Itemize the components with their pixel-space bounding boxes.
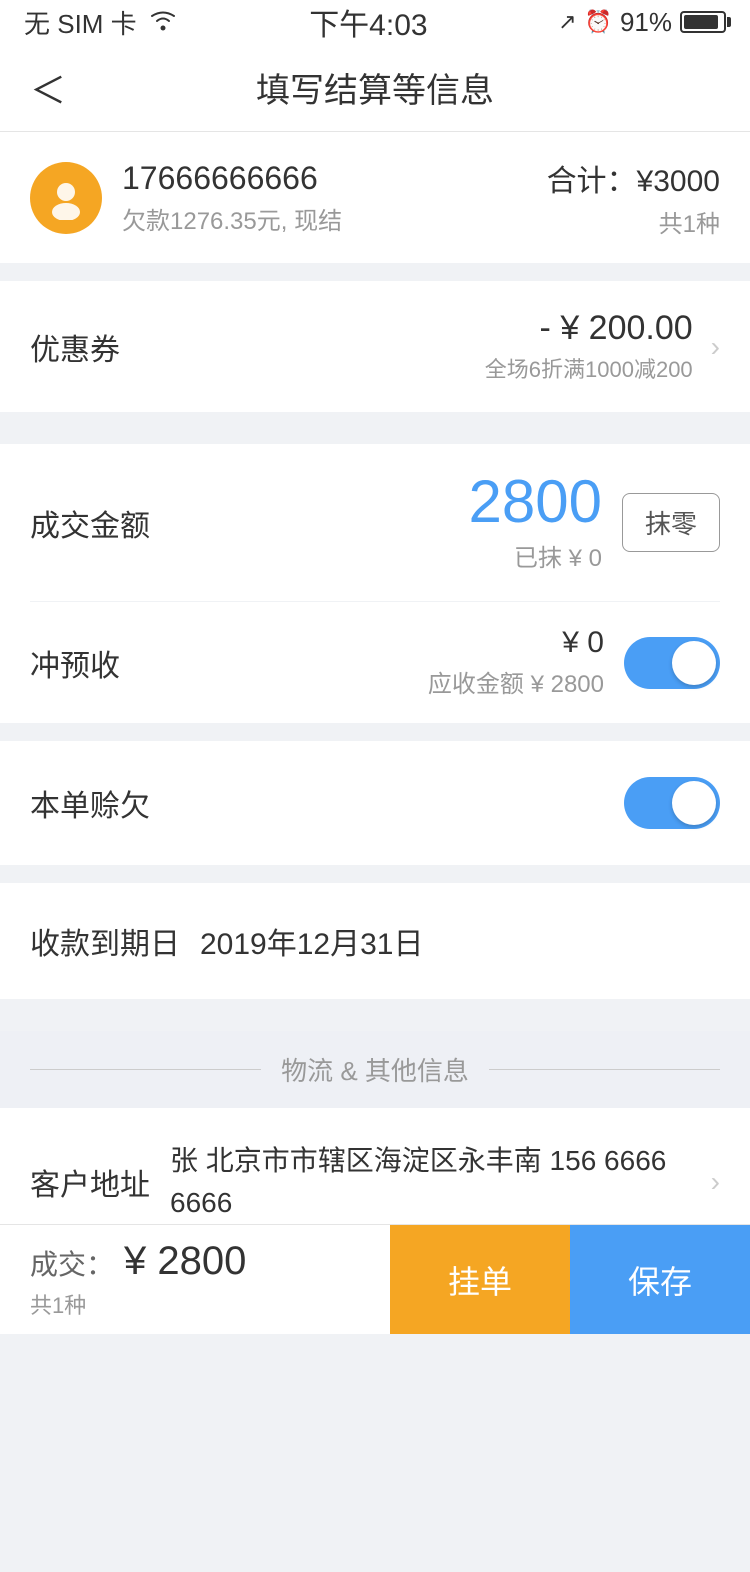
total-count: 共1种 [547,204,720,239]
user-phone: 17666666666 [122,160,342,197]
round-button[interactable]: 抹零 [622,493,720,552]
footer-deal-label: 成交： [30,1243,114,1283]
due-section: 收款到期日 2019年12月31日 [0,883,750,999]
status-time: 下午4:03 [309,0,427,44]
wifi-icon [147,7,179,38]
deal-row: 成交金额 2800 已抹 ¥ 0 抹零 [30,444,720,601]
footer-count: 共1种 [30,1288,360,1320]
divider [0,265,750,281]
location-icon: ↗ [558,9,576,35]
debt-toggle-knob [672,781,716,825]
coupon-discount: - ¥ 200.00 [485,309,693,348]
status-left: 无 SIM 卡 [24,4,179,41]
back-button[interactable]: ＜ [30,62,66,114]
debt-toggle[interactable] [624,777,720,829]
address-label: 客户地址 [30,1160,150,1204]
divider2 [0,428,750,444]
divider3 [0,725,750,741]
precharge-toggle[interactable] [624,637,720,689]
precharge-label: 冲预收 [30,641,120,685]
pending-button[interactable]: 挂单 [390,1225,570,1334]
due-date-value: 2019年12月31日 [200,919,423,963]
status-right: ↗ ⏰ 91% [558,7,726,38]
coupon-row[interactable]: 优惠券 - ¥ 200.00 全场6折满1000减200 › [0,281,750,412]
precharge-amount: ¥ 0 [428,626,604,660]
toggle-knob [672,641,716,685]
deal-amount-value: 2800 [469,472,602,532]
content: 17666666666 欠款1276.35元, 现结 合计：¥3000 共1种 … [0,132,750,1572]
user-card: 17666666666 欠款1276.35元, 现结 合计：¥3000 共1种 [0,132,750,263]
deal-label: 成交金额 [30,501,150,545]
footer: 成交： ¥ 2800 共1种 挂单 保存 [0,1224,750,1334]
alarm-icon: ⏰ [585,9,612,35]
due-label: 收款到期日 [30,919,180,963]
battery-percent: 91% [620,7,672,38]
footer-summary: 成交： ¥ 2800 共1种 [0,1225,390,1334]
address-chevron-icon: › [711,1166,720,1198]
avatar [30,162,102,234]
page-title: 填写结算等信息 [256,63,494,112]
precharge-sub: 应收金额 ¥ 2800 [428,664,604,699]
deal-section: 成交金额 2800 已抹 ¥ 0 抹零 冲预收 ¥ 0 应收金额 ¥ 2800 [0,444,750,723]
debt-section: 本单赊欠 [0,741,750,865]
logistics-divider: 物流 & 其他信息 [0,1031,750,1108]
divider5 [0,1015,750,1031]
status-bar: 无 SIM 卡 下午4:03 ↗ ⏰ 91% [0,0,750,44]
sim-status: 无 SIM 卡 [24,4,137,41]
battery-icon [680,11,726,33]
divider4 [0,867,750,883]
total-amount: 合计：¥3000 [547,156,720,200]
deal-amount-sub: 已抹 ¥ 0 [469,538,602,573]
coupon-label: 优惠券 [30,325,120,369]
debt-row: 本单赊欠 [30,741,720,865]
chevron-right-icon: › [711,331,720,363]
precharge-row: 冲预收 ¥ 0 应收金额 ¥ 2800 [30,601,720,723]
user-debt: 欠款1276.35元, 现结 [122,201,342,236]
footer-deal-amount: ¥ 2800 [124,1239,246,1284]
due-row: 收款到期日 2019年12月31日 [30,883,720,999]
logistics-label: 物流 & 其他信息 [281,1051,469,1088]
debt-label: 本单赊欠 [30,781,150,825]
nav-bar: ＜ 填写结算等信息 [0,44,750,132]
coupon-desc: 全场6折满1000减200 [485,352,693,384]
address-value: 张 北京市市辖区海淀区永丰南 156 6666 6666 [170,1140,703,1224]
save-button[interactable]: 保存 [570,1225,750,1334]
